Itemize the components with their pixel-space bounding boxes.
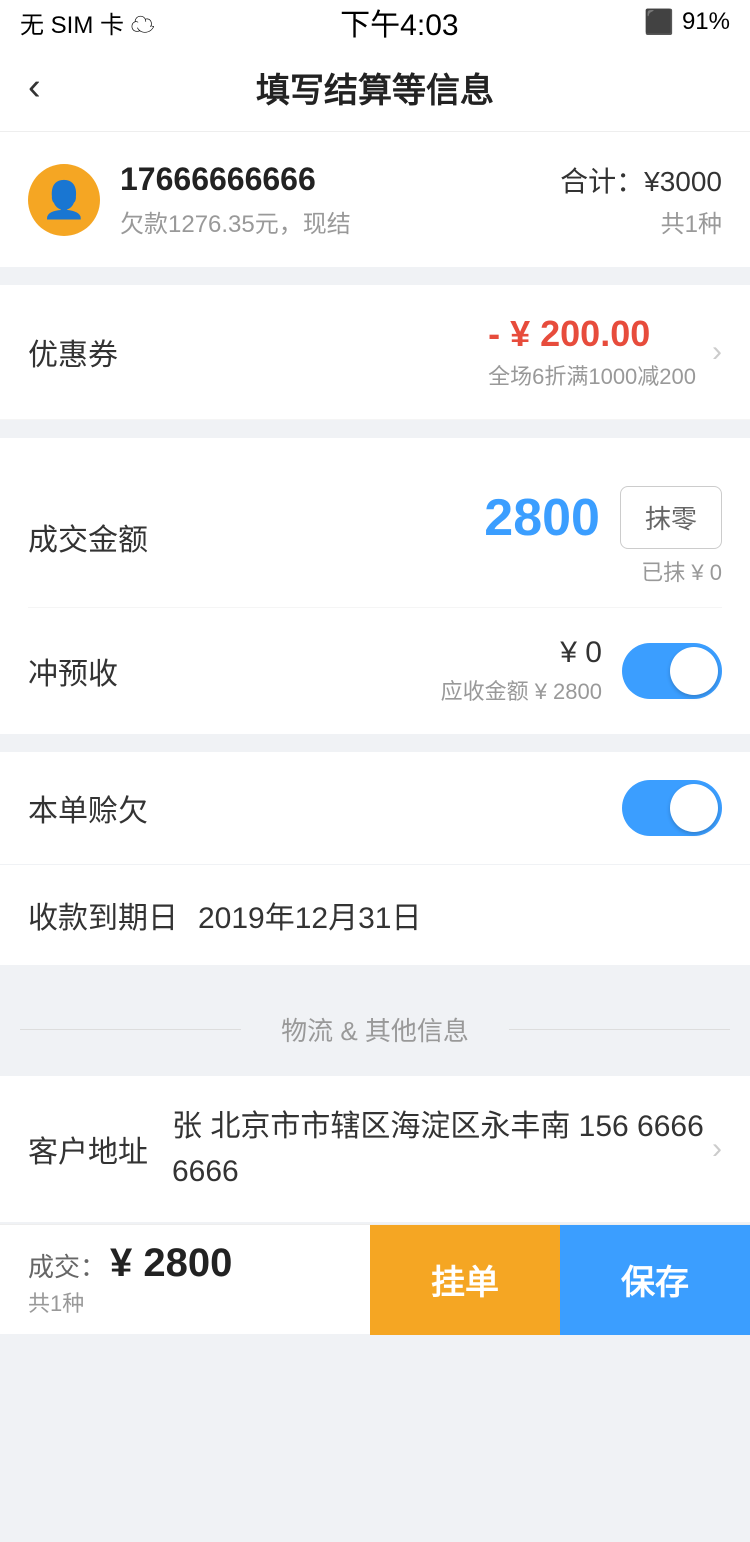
coupon-discount: - ¥ 200.00 xyxy=(488,313,696,355)
amount-section: 成交金额 2800 抹零 已抹 ¥ 0 xyxy=(0,438,750,608)
precollect-toggle[interactable] xyxy=(622,643,722,699)
coupon-desc: 全场6折满1000减200 xyxy=(488,359,696,391)
precollect-label: 冲预收 xyxy=(28,649,118,693)
precollect-right: ¥ 0 应收金额 ¥ 2800 xyxy=(441,636,722,706)
customer-total: 合计：¥3000 共1种 xyxy=(560,160,722,239)
address-chevron-icon: › xyxy=(712,1132,722,1166)
toggle-knob xyxy=(670,647,718,695)
debit-toggle[interactable] xyxy=(622,780,722,836)
due-date-value: 2019年12月31日 xyxy=(198,893,421,937)
amount-label: 成交金额 xyxy=(28,515,148,559)
divider-2 xyxy=(0,420,750,438)
coupon-row[interactable]: 优惠券 - ¥ 200.00 全场6折满1000减200 › xyxy=(0,285,750,420)
amount-sub: 已抹 ¥ 0 xyxy=(484,555,722,587)
precollect-row: 冲预收 ¥ 0 应收金额 ¥ 2800 xyxy=(0,608,750,734)
chevron-right-icon: › xyxy=(712,335,722,369)
status-right: ⬛ 91% xyxy=(644,8,730,37)
round-button[interactable]: 抹零 xyxy=(620,486,722,549)
deal-count: 共1种 xyxy=(28,1286,342,1318)
precollect-amount: ¥ 0 应收金额 ¥ 2800 xyxy=(441,636,602,706)
precollect-main: ¥ 0 xyxy=(441,636,602,670)
customer-card: 👤 17666666666 欠款1276.35元，现结 合计：¥3000 共1种 xyxy=(0,132,750,267)
debit-row: 本单赊欠 xyxy=(0,752,750,864)
coupon-right: - ¥ 200.00 全场6折满1000减200 › xyxy=(488,313,722,391)
amount-value: 2800 xyxy=(484,488,600,548)
due-date-row: 收款到期日 2019年12月31日 xyxy=(0,865,750,965)
total-value: ¥3000 xyxy=(644,166,722,197)
address-value: 张 北京市市辖区海淀区永丰南 156 6666 6666 xyxy=(172,1104,712,1194)
total-label-value: 合计：¥3000 xyxy=(560,160,722,200)
address-row[interactable]: 客户地址 张 北京市市辖区海淀区永丰南 156 6666 6666 › xyxy=(0,1076,750,1222)
customer-phone: 17666666666 xyxy=(120,161,351,198)
customer-info: 17666666666 欠款1276.35元，现结 xyxy=(120,161,351,239)
customer-left: 👤 17666666666 欠款1276.35元，现结 xyxy=(28,161,351,239)
hang-button[interactable]: 挂单 xyxy=(370,1225,560,1335)
page-title: 填写结算等信息 xyxy=(256,63,494,112)
battery-icon: ⬛ xyxy=(644,8,674,37)
status-bar: 无 SIM 卡 ☁ 下午4:03 ⬛ 91% xyxy=(0,0,750,44)
amount-row: 成交金额 2800 抹零 已抹 ¥ 0 xyxy=(28,466,722,608)
coupon-label: 优惠券 xyxy=(28,330,118,374)
customer-debt: 欠款1276.35元，现结 xyxy=(120,204,351,239)
deal-label: 成交： xyxy=(28,1247,106,1284)
address-label: 客户地址 xyxy=(28,1127,148,1171)
status-left: 无 SIM 卡 ☁ xyxy=(20,5,155,40)
avatar: 👤 xyxy=(28,164,100,236)
sim-status: 无 SIM 卡 ☁ xyxy=(20,5,155,40)
battery-percent: 91% xyxy=(682,8,730,36)
coupon-discount-area: - ¥ 200.00 全场6折满1000减200 xyxy=(488,313,696,391)
bottom-info: 成交： ¥ 2800 共1种 xyxy=(0,1241,370,1318)
divider-line-right xyxy=(509,1029,730,1030)
total-label: 合计： xyxy=(560,166,644,197)
divider-3 xyxy=(0,734,750,752)
logistics-title: 物流 & 其他信息 xyxy=(281,1011,469,1048)
status-time: 下午4:03 xyxy=(340,0,458,44)
divider-line-left xyxy=(20,1029,241,1030)
debit-label: 本单赊欠 xyxy=(28,786,148,830)
divider-1 xyxy=(0,267,750,285)
avatar-icon: 👤 xyxy=(42,179,87,221)
bottom-bar: 成交： ¥ 2800 共1种 挂单 保存 xyxy=(0,1224,750,1334)
debit-toggle-knob xyxy=(670,784,718,832)
total-count: 共1种 xyxy=(560,204,722,239)
nav-bar: ‹ 填写结算等信息 xyxy=(0,44,750,132)
due-date-label: 收款到期日 xyxy=(28,893,178,937)
logistics-header: 物流 & 其他信息 xyxy=(0,983,750,1076)
amount-right: 2800 抹零 已抹 ¥ 0 xyxy=(484,486,722,587)
divider-4 xyxy=(0,965,750,983)
save-button[interactable]: 保存 xyxy=(560,1225,750,1335)
back-button[interactable]: ‹ xyxy=(28,66,41,109)
precollect-sub: 应收金额 ¥ 2800 xyxy=(441,674,602,706)
deal-amount: ¥ 2800 xyxy=(110,1241,232,1286)
